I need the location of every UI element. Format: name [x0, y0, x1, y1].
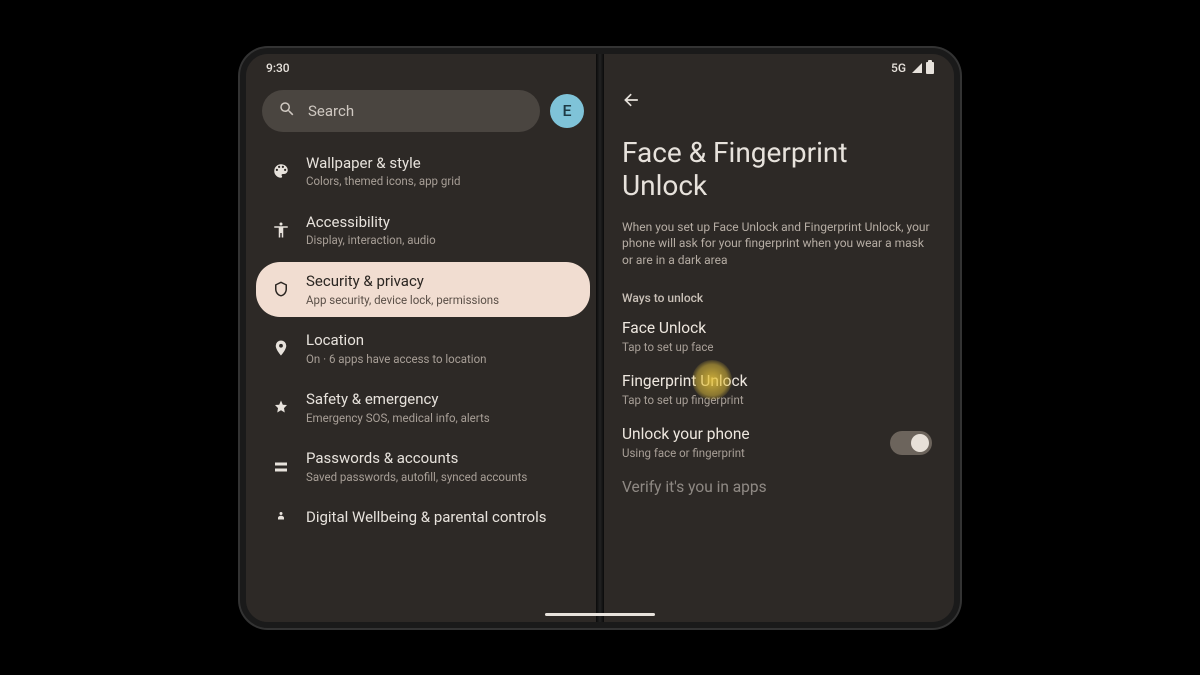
option-title: Fingerprint Unlock — [622, 372, 932, 390]
sidebar-item-security-privacy[interactable]: Security & privacy App security, device … — [256, 262, 590, 317]
arrow-left-icon — [622, 90, 642, 110]
key-icon — [270, 458, 292, 476]
device-hinge — [596, 48, 604, 628]
sidebar-item-label: Digital Wellbeing & parental controls — [306, 508, 547, 527]
emergency-icon — [270, 399, 292, 417]
sidebar-item-sub: Display, interaction, audio — [306, 233, 436, 247]
search-icon — [278, 100, 296, 122]
option-sub: Tap to set up face — [622, 340, 932, 354]
status-bar-left: 9:30 — [246, 54, 600, 82]
sidebar-item-label: Safety & emergency — [306, 390, 490, 409]
wellbeing-icon — [270, 509, 292, 527]
sidebar-item-passwords-accounts[interactable]: Passwords & accounts Saved passwords, au… — [256, 439, 590, 494]
page-description: When you set up Face Unlock and Fingerpr… — [622, 219, 932, 269]
section-header-ways-to-unlock: Ways to unlock — [622, 291, 932, 305]
search-settings[interactable]: Search — [262, 90, 540, 132]
settings-list[interactable]: Wallpaper & style Colors, themed icons, … — [246, 144, 600, 622]
sidebar-item-location[interactable]: Location On · 6 apps have access to loca… — [256, 321, 590, 376]
sidebar-item-label: Wallpaper & style — [306, 154, 461, 173]
status-time: 9:30 — [266, 61, 290, 75]
sidebar-item-sub: Colors, themed icons, app grid — [306, 174, 461, 188]
sidebar-item-safety-emergency[interactable]: Safety & emergency Emergency SOS, medica… — [256, 380, 590, 435]
sidebar-item-sub: On · 6 apps have access to location — [306, 352, 486, 366]
battery-icon — [926, 62, 934, 74]
sidebar-item-label: Location — [306, 331, 486, 350]
option-sub: Using face or fingerprint — [622, 446, 750, 460]
sidebar-item-sub: Emergency SOS, medical info, alerts — [306, 411, 490, 425]
back-button[interactable] — [622, 88, 646, 112]
right-pane: 5G Face & Fingerprint Unlock When you se… — [600, 54, 954, 622]
option-title: Unlock your phone — [622, 425, 750, 443]
accessibility-icon — [270, 221, 292, 239]
option-sub: Tap to set up fingerprint — [622, 393, 932, 407]
gesture-nav-bar[interactable] — [545, 613, 655, 616]
status-bar-right: 5G — [600, 54, 954, 82]
page-title: Face & Fingerprint Unlock — [622, 136, 932, 203]
sidebar-item-sub: Saved passwords, autofill, synced accoun… — [306, 470, 527, 484]
location-icon — [270, 339, 292, 357]
sidebar-item-label: Passwords & accounts — [306, 449, 527, 468]
sidebar-item-sub: App security, device lock, permissions — [306, 293, 499, 307]
status-icons — [912, 62, 934, 74]
option-title: Verify it's you in apps — [622, 478, 932, 496]
option-face-unlock[interactable]: Face Unlock Tap to set up face — [622, 319, 932, 354]
palette-icon — [270, 162, 292, 180]
toggle-switch[interactable] — [890, 431, 932, 455]
sidebar-item-wallpaper-style[interactable]: Wallpaper & style Colors, themed icons, … — [256, 144, 590, 199]
option-title: Face Unlock — [622, 319, 932, 337]
search-placeholder: Search — [308, 102, 354, 120]
profile-avatar[interactable]: E — [550, 94, 584, 128]
option-fingerprint-unlock[interactable]: Fingerprint Unlock Tap to set up fingerp… — [622, 372, 932, 407]
signal-icon — [912, 63, 922, 73]
foldable-device-frame: 9:30 Search E Wallpaper & style Colors, … — [240, 48, 960, 628]
avatar-letter: E — [562, 101, 571, 120]
option-verify-in-apps[interactable]: Verify it's you in apps — [622, 478, 932, 496]
sidebar-item-label: Accessibility — [306, 213, 436, 232]
sidebar-item-digital-wellbeing[interactable]: Digital Wellbeing & parental controls — [256, 498, 590, 537]
sidebar-item-accessibility[interactable]: Accessibility Display, interaction, audi… — [256, 203, 590, 258]
sidebar-item-label: Security & privacy — [306, 272, 499, 291]
status-network: 5G — [891, 61, 906, 75]
shield-icon — [270, 280, 292, 298]
left-pane: 9:30 Search E Wallpaper & style Colors, … — [246, 54, 600, 622]
option-unlock-your-phone[interactable]: Unlock your phone Using face or fingerpr… — [622, 425, 932, 460]
